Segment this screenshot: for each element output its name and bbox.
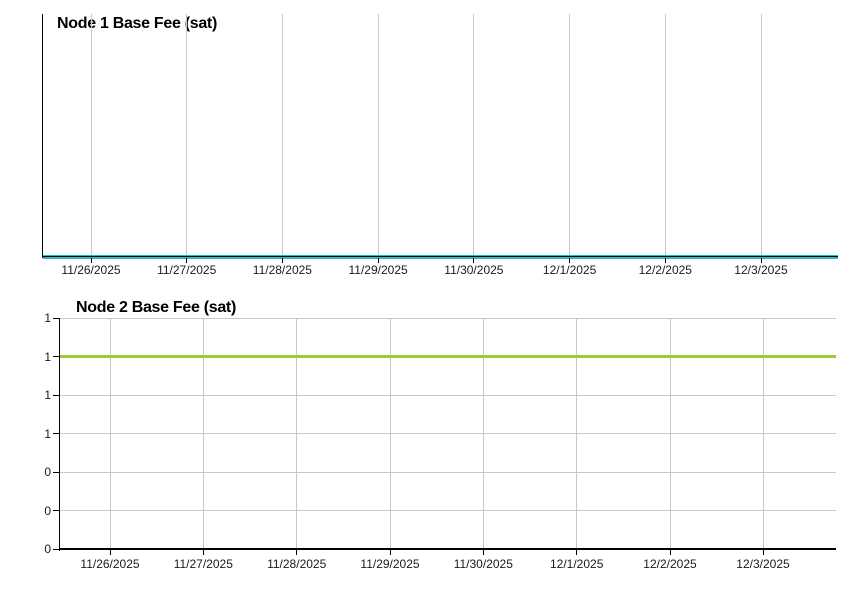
y-gridline	[60, 472, 836, 473]
x-tick-label: 11/26/2025	[67, 557, 153, 571]
series-line	[60, 355, 836, 358]
y-tick	[53, 510, 59, 511]
x-tick-label: 11/30/2025	[440, 557, 526, 571]
x-tick	[296, 550, 297, 555]
x-axis-line	[59, 548, 837, 550]
y-gridline	[60, 395, 836, 396]
y-tick-label: 1	[33, 388, 51, 402]
y-tick-label: 0	[33, 542, 51, 556]
y-tick	[53, 318, 59, 319]
y-axis-line	[59, 318, 61, 551]
x-tick-label: 11/27/2025	[160, 557, 246, 571]
x-tick-label: 12/1/2025	[534, 557, 620, 571]
y-tick	[53, 356, 59, 357]
y-tick-label: 0	[33, 504, 51, 518]
chart-node2-base-fee: Node 2 Base Fee (sat) 11/26/202511/27/20…	[0, 290, 860, 600]
x-tick-label: 11/28/2025	[254, 557, 340, 571]
y-gridline	[60, 318, 836, 319]
x-tick-label: 11/29/2025	[347, 557, 433, 571]
y-tick	[53, 433, 59, 434]
y-tick-label: 1	[33, 350, 51, 364]
plot-area-node2: 11/26/2025 11/27/2025 11/28/2025 11/29/2025…	[0, 0, 860, 600]
y-tick-label: 0	[33, 465, 51, 479]
x-tick-label: 12/3/2025	[720, 557, 806, 571]
y-gridline	[60, 510, 836, 511]
x-tick	[670, 550, 671, 555]
y-tick	[53, 472, 59, 473]
y-tick	[53, 549, 59, 550]
y-tick-label: 1	[33, 427, 51, 441]
y-gridline	[60, 433, 836, 434]
x-tick	[110, 550, 111, 555]
x-tick	[763, 550, 764, 555]
y-tick-label: 1	[33, 311, 51, 325]
dashboard-charts-page: { "colors": { "axis": "#000000", "grid":…	[0, 0, 860, 600]
x-tick	[483, 550, 484, 555]
x-tick-label: 12/2/2025	[627, 557, 713, 571]
x-tick	[576, 550, 577, 555]
x-tick	[203, 550, 204, 555]
y-tick	[53, 395, 59, 396]
x-tick	[390, 550, 391, 555]
